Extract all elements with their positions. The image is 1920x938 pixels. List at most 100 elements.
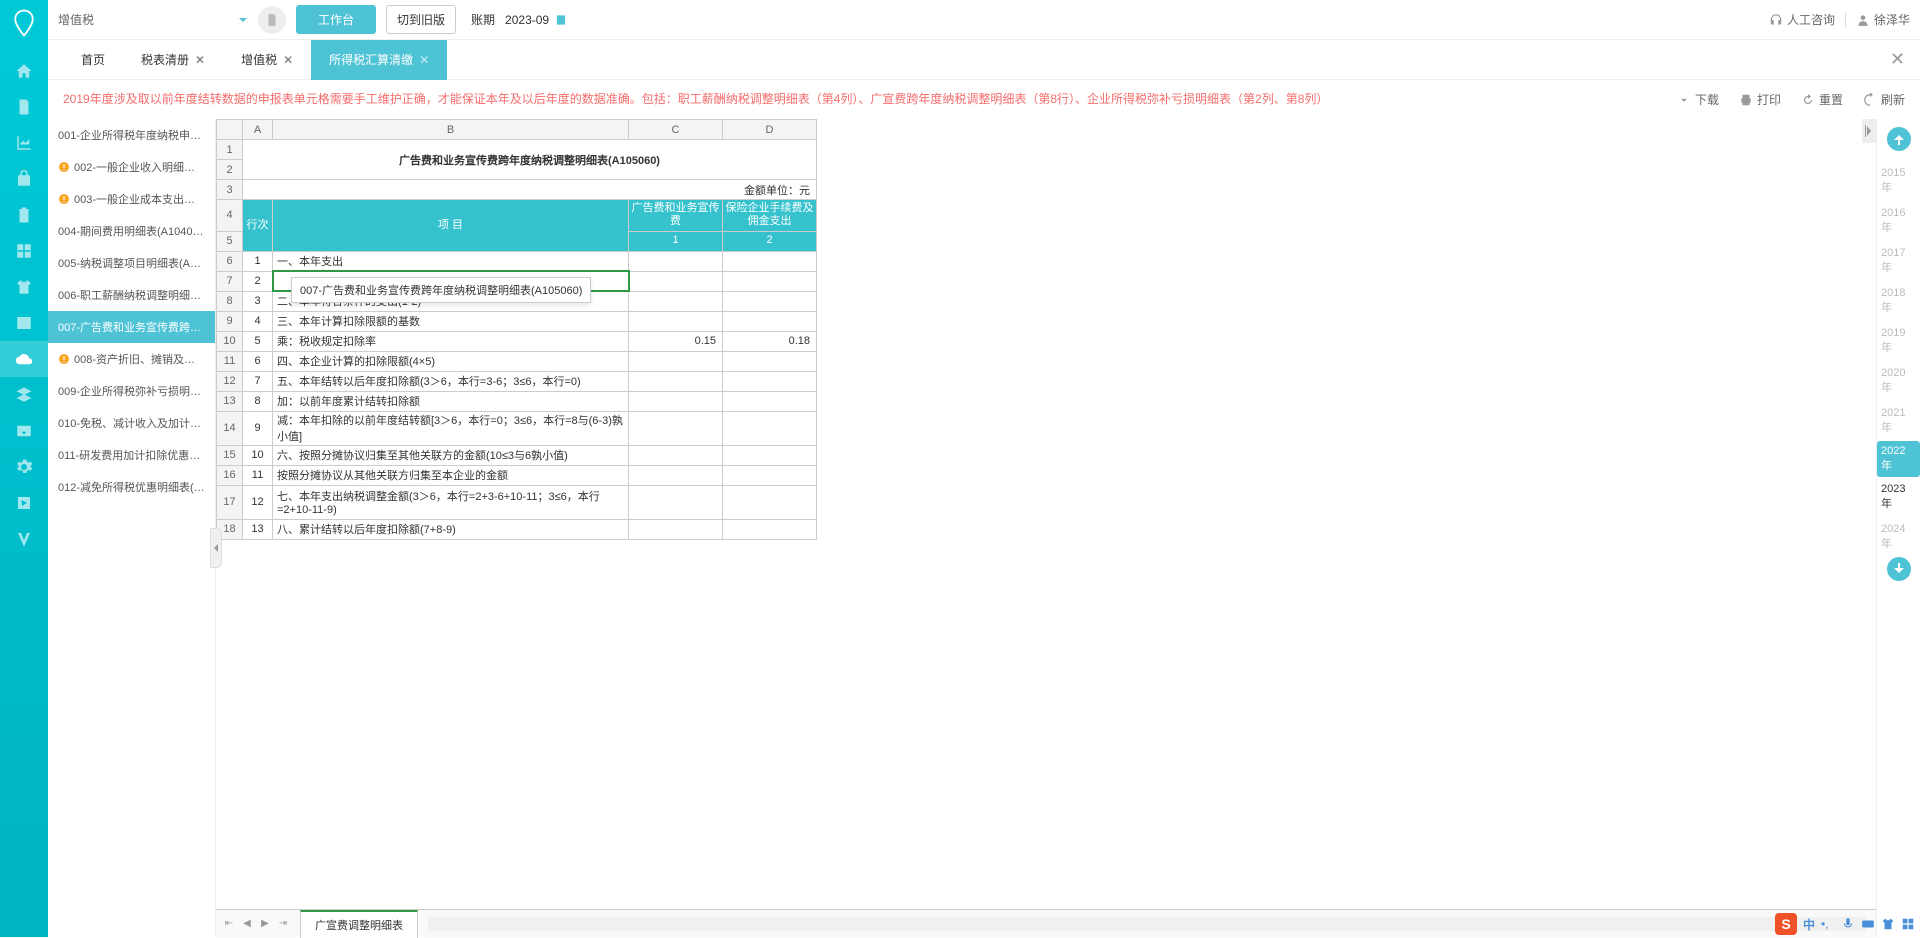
cell-index[interactable]: 11 — [243, 465, 273, 485]
cell-value2[interactable] — [723, 445, 817, 465]
nav-bag-icon[interactable] — [0, 161, 48, 197]
cell-value1[interactable] — [629, 271, 723, 291]
sheet-nav-next[interactable]: ▶ — [257, 916, 273, 932]
row-header[interactable]: 10 — [217, 331, 243, 351]
cell-item[interactable]: 七、本年支出纳税调整金额(3＞6，本行=2+3-6+10-11；3≤6，本行=2… — [273, 485, 629, 519]
cell-index[interactable]: 5 — [243, 331, 273, 351]
nav-inbox-icon[interactable] — [0, 413, 48, 449]
cell-index[interactable]: 9 — [243, 411, 273, 445]
expand-right-handle[interactable] — [1862, 119, 1876, 143]
header-doc-button[interactable] — [258, 6, 286, 34]
sheet-corner[interactable] — [217, 120, 243, 140]
cell-value2[interactable]: 0.18 — [723, 331, 817, 351]
spreadsheet[interactable]: A B C D 1广告费和业务宣传费跨年度纳税调整明细表(A105060) 2 … — [216, 119, 817, 539]
cell-value1[interactable] — [629, 311, 723, 331]
cell-index[interactable]: 4 — [243, 311, 273, 331]
row-header[interactable]: 17 — [217, 485, 243, 519]
row-header[interactable]: 13 — [217, 391, 243, 411]
row-header[interactable]: 5 — [217, 231, 243, 251]
form-list-item[interactable]: 001-企业所得税年度纳税申… — [48, 119, 215, 151]
year-up-button[interactable] — [1887, 127, 1911, 151]
row-header[interactable]: 7 — [217, 271, 243, 291]
form-list-item[interactable]: 004-期间费用明细表(A1040… — [48, 215, 215, 247]
cell-value2[interactable] — [723, 465, 817, 485]
form-list-item[interactable]: 005-纳税调整项目明细表(A1… — [48, 247, 215, 279]
nav-layers-icon[interactable] — [0, 377, 48, 413]
sheet-tab[interactable]: 广宣费调整明细表 — [300, 910, 418, 938]
cell-index[interactable]: 13 — [243, 519, 273, 539]
ime-mic-icon[interactable] — [1841, 917, 1855, 931]
user-menu[interactable]: 徐泽华 — [1856, 11, 1910, 28]
nav-settings-icon[interactable] — [0, 449, 48, 485]
tab[interactable]: 所得税汇算清缴✕ — [311, 40, 447, 80]
cell-index[interactable]: 8 — [243, 391, 273, 411]
horizontal-scrollbar[interactable] — [428, 917, 1866, 931]
cell-item[interactable]: 六、按照分摊协议归集至其他关联方的金额(10≤3与6孰小值) — [273, 445, 629, 465]
nav-shirt-icon[interactable] — [0, 269, 48, 305]
cell-index[interactable]: 6 — [243, 351, 273, 371]
form-list-item[interactable]: 007-广告费和业务宣传费跨… — [48, 311, 215, 343]
nav-v-icon[interactable] — [0, 521, 48, 557]
row-header[interactable]: 3 — [217, 180, 243, 200]
year-item[interactable]: 2018年 — [1877, 281, 1920, 321]
col-header-C[interactable]: C — [629, 120, 723, 140]
row-header[interactable]: 8 — [217, 291, 243, 311]
cell-value1[interactable] — [629, 291, 723, 311]
cell-item[interactable]: 四、本企业计算的扣除限额(4×5) — [273, 351, 629, 371]
nav-play-icon[interactable] — [0, 485, 48, 521]
cell-item[interactable]: 按照分摊协议从其他关联方归集至本企业的金额 — [273, 465, 629, 485]
collapse-handle[interactable] — [210, 528, 222, 568]
cell-value1[interactable] — [629, 251, 723, 271]
cell-index[interactable]: 10 — [243, 445, 273, 465]
cell-value1[interactable] — [629, 519, 723, 539]
year-item[interactable]: 2023年 — [1877, 477, 1920, 517]
cell-value2[interactable] — [723, 271, 817, 291]
year-item[interactable]: 2019年 — [1877, 321, 1920, 361]
form-list-item[interactable]: 009-企业所得税弥补亏损明… — [48, 375, 215, 407]
tab[interactable]: 首页 — [63, 40, 123, 80]
col-header-A[interactable]: A — [243, 120, 273, 140]
reset-button[interactable]: 重置 — [1801, 91, 1843, 108]
cell-value1[interactable] — [629, 391, 723, 411]
ime-punct-icon[interactable]: •, — [1821, 917, 1835, 931]
ime-tool-icon[interactable] — [1901, 917, 1915, 931]
row-header[interactable]: 12 — [217, 371, 243, 391]
cell-value1[interactable] — [629, 371, 723, 391]
cell-value1[interactable] — [629, 411, 723, 445]
close-all-tabs-icon[interactable]: ✕ — [1890, 49, 1905, 70]
form-list-item[interactable]: 006-职工薪酬纳税调整明细… — [48, 279, 215, 311]
year-item[interactable]: 2016年 — [1877, 201, 1920, 241]
period-value[interactable]: 2023-09 — [505, 13, 549, 27]
nav-clipboard-icon[interactable] — [0, 197, 48, 233]
row-header[interactable]: 14 — [217, 411, 243, 445]
form-list-item[interactable]: 003-一般企业成本支出明细… — [48, 183, 215, 215]
row-header[interactable]: 4 — [217, 200, 243, 231]
cell-value1[interactable] — [629, 465, 723, 485]
year-item[interactable]: 2015年 — [1877, 161, 1920, 201]
form-list-item[interactable]: 010-免税、减计收入及加计… — [48, 407, 215, 439]
refresh-button[interactable]: 刷新 — [1863, 91, 1905, 108]
cell-value1[interactable]: 0.15 — [629, 331, 723, 351]
sheet-nav-first[interactable]: ⇤ — [221, 916, 237, 932]
cell-value1[interactable] — [629, 445, 723, 465]
row-header[interactable]: 6 — [217, 251, 243, 271]
cell-index[interactable]: 12 — [243, 485, 273, 519]
form-list-item[interactable]: 011-研发费用加计扣除优惠… — [48, 439, 215, 471]
cell-item[interactable]: 一、本年支出 — [273, 251, 629, 271]
cell-value2[interactable] — [723, 371, 817, 391]
cell-value1[interactable] — [629, 351, 723, 371]
nav-grid-icon[interactable] — [0, 233, 48, 269]
cell-item[interactable]: 八、累计结转以后年度扣除额(7+8-9) — [273, 519, 629, 539]
year-item[interactable]: 2024年 — [1877, 517, 1920, 557]
nav-chart-icon[interactable] — [0, 125, 48, 161]
tab[interactable]: 增值税✕ — [223, 40, 311, 80]
cell-item[interactable]: 减：本年扣除的以前年度结转额[3＞6，本行=0；3≤6，本行=8与(6-3)孰小… — [273, 411, 629, 445]
cell-value2[interactable] — [723, 311, 817, 331]
cell-value2[interactable] — [723, 485, 817, 519]
print-button[interactable]: 打印 — [1739, 91, 1781, 108]
cell-index[interactable]: 3 — [243, 291, 273, 311]
cell-value2[interactable] — [723, 391, 817, 411]
old-version-button[interactable]: 切到旧版 — [386, 5, 456, 34]
category-dropdown[interactable]: 增值税 — [58, 11, 248, 28]
ime-keyboard-icon[interactable] — [1861, 917, 1875, 931]
